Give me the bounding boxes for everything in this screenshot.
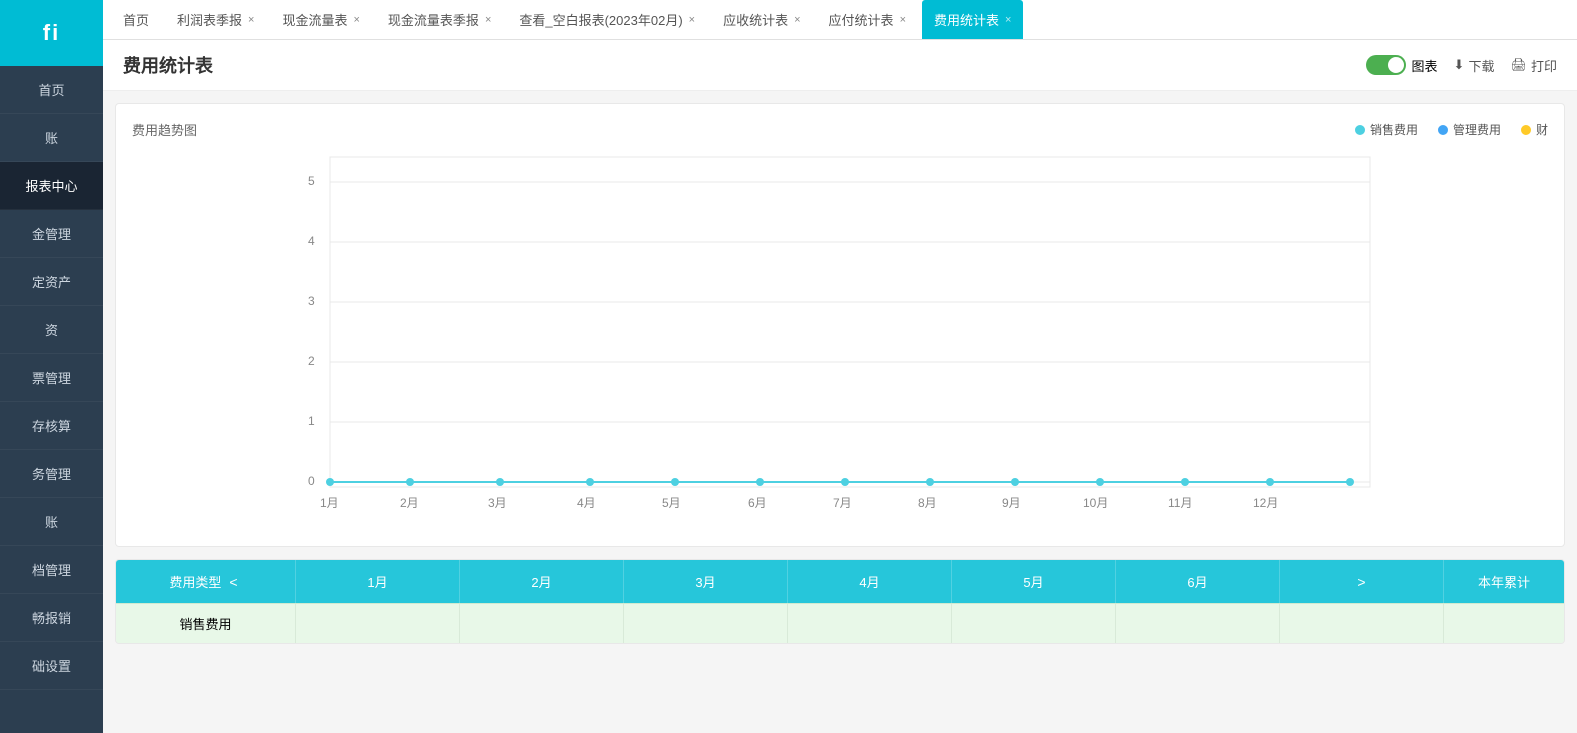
download-icon: ⬇ [1454,57,1465,73]
sidebar-item-home[interactable]: 首页 [0,66,103,114]
legend-dot-finance [1521,125,1531,135]
svg-text:1: 1 [308,414,315,428]
sidebar-item-service[interactable]: 务管理 [0,450,103,498]
svg-text:12月: 12月 [1253,496,1278,510]
chart-toggle[interactable] [1366,55,1406,75]
th-month-6: 6月 [1116,560,1280,603]
page-content: 费用统计表 图表 ⬇ 下载 🖨 打印 费用趋势图 [103,40,1577,733]
svg-text:3月: 3月 [488,496,507,510]
td-sales-m3 [624,604,788,643]
svg-text:6月: 6月 [748,496,767,510]
th-expense-type: 费用类型 < [116,560,296,603]
chart-header: 费用趋势图 销售费用 管理费用 财 [132,120,1548,139]
th-yearly-total: 本年累计 [1444,560,1564,603]
svg-text:11月: 11月 [1168,496,1192,510]
tab-blank-report[interactable]: 查看_空白报表(2023年02月) × [507,0,707,39]
svg-text:3: 3 [308,294,315,308]
sidebar-logo: fi [0,0,103,66]
sidebar-item-archive[interactable]: 档管理 [0,546,103,594]
svg-text:5: 5 [308,174,315,188]
legend-item-admin: 管理费用 [1438,121,1501,138]
table-section: 费用类型 < 1月 2月 3月 4月 5月 6月 > 本年累计 销售费用 [115,559,1565,644]
main-panel: 首页 利润表季报 × 现金流量表 × 现金流量表季报 × 查看_空白报表(202… [103,0,1577,733]
table-header: 费用类型 < 1月 2月 3月 4月 5月 6月 > 本年累计 [116,560,1564,603]
th-month-2: 2月 [460,560,624,603]
chart-section: 费用趋势图 销售费用 管理费用 财 [115,103,1565,547]
legend-dot-sales [1355,125,1365,135]
tab-profit-quarterly[interactable]: 利润表季报 × [165,0,266,39]
td-sales-type: 销售费用 [116,604,296,643]
svg-text:9月: 9月 [1002,496,1021,510]
legend-item-finance: 财 [1521,121,1548,138]
close-icon[interactable]: × [485,14,491,26]
svg-text:10月: 10月 [1083,496,1108,510]
close-icon[interactable]: × [1005,14,1011,26]
sidebar-item-expense[interactable]: 畅报销 [0,594,103,642]
tab-payable[interactable]: 应付统计表 × [817,0,918,39]
svg-text:0: 0 [308,474,315,488]
print-button[interactable]: 🖨 打印 [1510,56,1557,75]
nav-next-arrow[interactable]: > [1353,574,1369,590]
svg-text:4: 4 [308,234,315,248]
svg-text:2: 2 [308,354,315,368]
chart-title: 费用趋势图 [132,120,197,139]
download-button[interactable]: ⬇ 下载 [1454,56,1495,75]
svg-text:7月: 7月 [833,496,852,510]
legend-item-sales: 销售费用 [1355,121,1418,138]
sidebar-item-cash[interactable]: 金管理 [0,210,103,258]
page-actions: 图表 ⬇ 下载 🖨 打印 [1366,55,1557,75]
close-icon[interactable]: × [689,14,695,26]
legend-label-admin: 管理费用 [1453,121,1501,138]
tabs-bar: 首页 利润表季报 × 现金流量表 × 现金流量表季报 × 查看_空白报表(202… [103,0,1577,40]
chart-legend: 销售费用 管理费用 财 [1355,121,1548,138]
td-sales-m5 [952,604,1116,643]
sidebar-item-settings[interactable]: 础设置 [0,642,103,690]
th-month-1: 1月 [296,560,460,603]
td-sales-m6 [1116,604,1280,643]
svg-text:2月: 2月 [400,496,419,510]
tab-receivable[interactable]: 应收统计表 × [711,0,812,39]
th-month-4: 4月 [788,560,952,603]
td-sales-total [1444,604,1564,643]
sidebar-item-invoice[interactable]: 票管理 [0,354,103,402]
chart-toggle-label: 图表 [1412,56,1438,75]
td-sales-nav [1280,604,1444,643]
tab-expense[interactable]: 费用统计表 × [922,0,1023,39]
sidebar-item-reports[interactable]: 报表中心 [0,162,103,210]
svg-text:8月: 8月 [918,496,937,510]
th-month-3: 3月 [624,560,788,603]
close-icon[interactable]: × [900,14,906,26]
close-icon[interactable]: × [248,14,254,26]
chart-container: 5 4 3 2 1 0 [132,147,1548,530]
chart-toggle-wrapper: 图表 [1366,55,1438,75]
sidebar-item-assets[interactable]: 定资产 [0,258,103,306]
svg-text:5月: 5月 [662,496,681,510]
sidebar-item-inventory[interactable]: 存核算 [0,402,103,450]
nav-next-arrow-cell: > [1280,560,1444,603]
legend-label-finance: 财 [1536,121,1548,138]
nav-prev-arrow[interactable]: < [225,574,241,590]
page-title: 费用统计表 [123,52,213,78]
sidebar: fi 首页 账 报表中心 金管理 定资产 资 票管理 存核算 务管理 账 档管理… [0,0,103,733]
legend-dot-admin [1438,125,1448,135]
tab-cashflow-quarterly[interactable]: 现金流量表季报 × [376,0,503,39]
sidebar-item-account[interactable]: 账 [0,498,103,546]
table-row-sales: 销售费用 [116,603,1564,643]
legend-label-sales: 销售费用 [1370,121,1418,138]
tab-cashflow[interactable]: 现金流量表 × [270,0,371,39]
sidebar-item-ledger[interactable]: 账 [0,114,103,162]
td-sales-m2 [460,604,624,643]
sidebar-item-capital[interactable]: 资 [0,306,103,354]
tab-home[interactable]: 首页 [111,0,161,39]
trend-chart: 5 4 3 2 1 0 [132,147,1548,527]
close-icon[interactable]: × [794,14,800,26]
td-sales-m1 [296,604,460,643]
page-header: 费用统计表 图表 ⬇ 下载 🖨 打印 [103,40,1577,91]
svg-text:4月: 4月 [577,496,596,510]
svg-text:1月: 1月 [320,496,339,510]
td-sales-m4 [788,604,952,643]
th-month-5: 5月 [952,560,1116,603]
print-icon: 🖨 [1510,57,1527,73]
close-icon[interactable]: × [353,14,359,26]
